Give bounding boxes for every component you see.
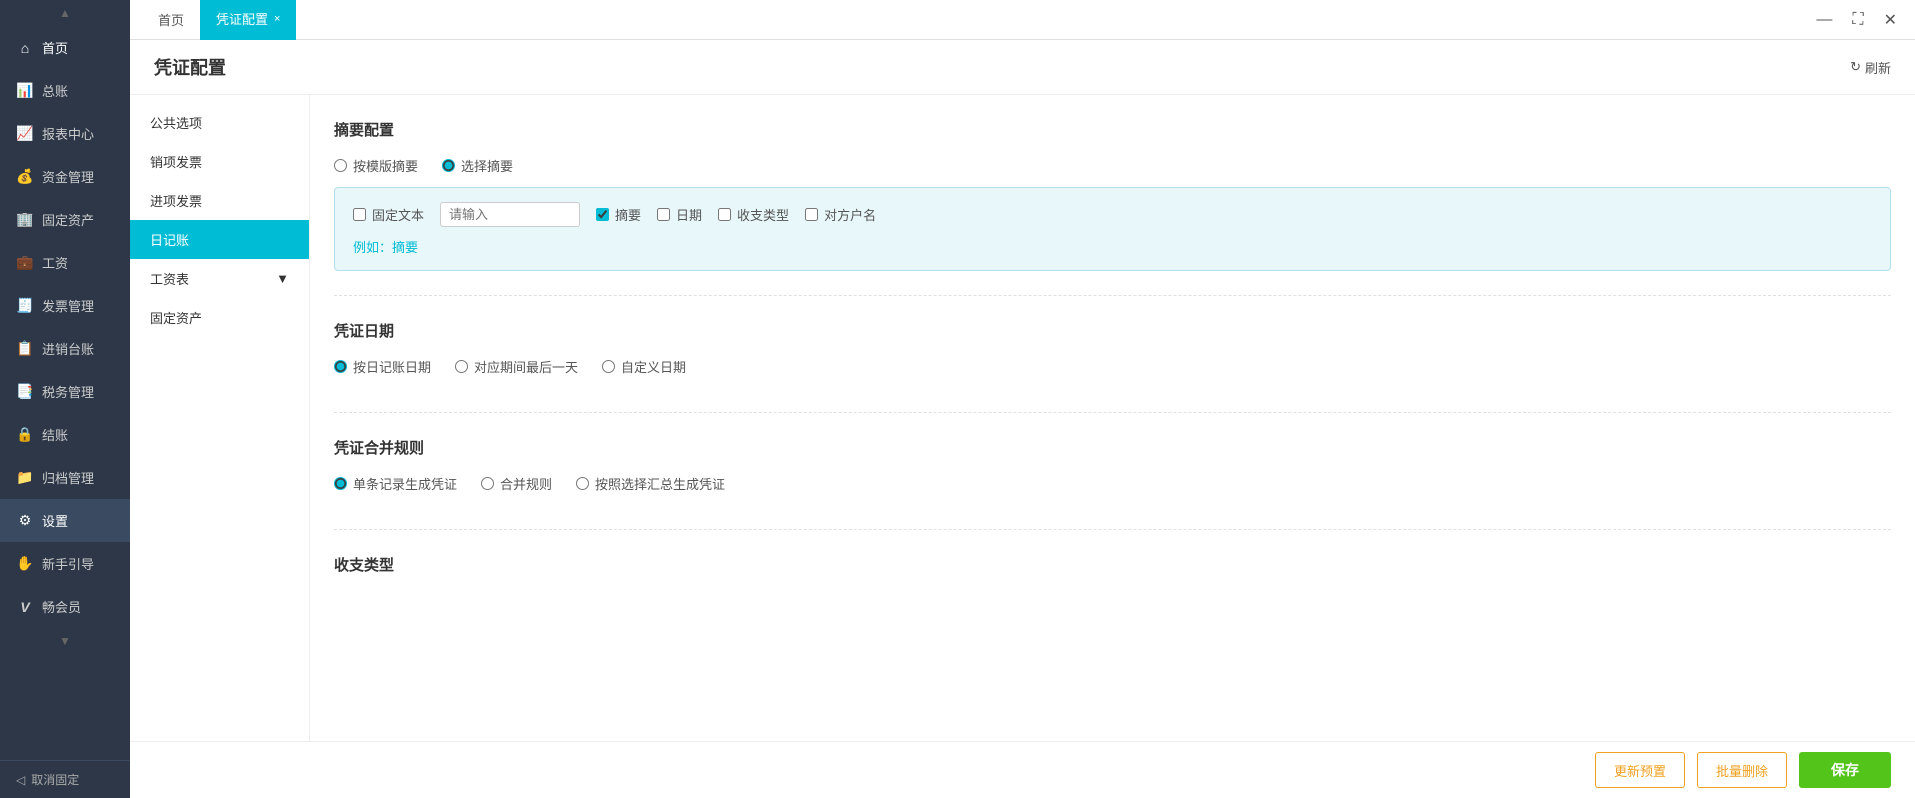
settings-icon: ⚙ — [16, 512, 34, 529]
inner-layout: 公共选项 销项发票 进项发票 日记账 工资表 ▼ 固定资产 — [130, 95, 1915, 741]
page-header: 凭证配置 ↻ 刷新 — [130, 40, 1915, 95]
left-nav-common[interactable]: 公共选项 — [130, 103, 309, 142]
merge-radio-single[interactable]: 单条记录生成凭证 — [334, 474, 457, 493]
summary-example: 例如：摘要 — [353, 237, 1872, 256]
sidebar-item-ledger[interactable]: 📊 总账 — [0, 69, 130, 112]
close-accounts-icon: 🔒 — [16, 426, 34, 443]
summary-title: 摘要配置 — [334, 119, 1891, 140]
summary-options-row: 固定文本 摘要 日期 — [353, 202, 1872, 227]
date-radio-diary[interactable]: 按日记账日期 — [334, 357, 431, 376]
date-title: 凭证日期 — [334, 320, 1891, 341]
refresh-icon: ↻ — [1850, 59, 1861, 75]
ledger-icon: 📊 — [16, 82, 34, 99]
date-radio-row: 按日记账日期 对应期间最后一天 自定义日期 — [334, 357, 1891, 376]
purchase-sales-icon: 📋 — [16, 340, 34, 357]
home-icon: ⌂ — [16, 40, 34, 56]
fixed-text-input[interactable] — [440, 202, 580, 227]
tab-home[interactable]: 首页 — [142, 0, 200, 40]
checkbox-date[interactable]: 日期 — [657, 205, 702, 224]
left-nav-purchase-invoice[interactable]: 进项发票 — [130, 181, 309, 220]
invoice-mgmt-icon: 🧾 — [16, 297, 34, 314]
tab-close-icon[interactable]: × — [274, 13, 280, 25]
funds-icon: 💰 — [16, 168, 34, 185]
sidebar-item-purchase-sales[interactable]: 📋 进销台账 — [0, 327, 130, 370]
checkbox-counterpart[interactable]: 对方户名 — [805, 205, 876, 224]
main-area: 首页 凭证配置 × — ⛶ ✕ 凭证配置 ↻ 刷新 公共选项 — [130, 0, 1915, 798]
window-controls: — ⛶ ✕ — [1810, 8, 1903, 32]
checkbox-income-type[interactable]: 收支类型 — [718, 205, 789, 224]
minimize-button[interactable]: — — [1810, 8, 1838, 32]
summary-radio-template[interactable]: 按模版摘要 — [334, 156, 418, 175]
batch-delete-button[interactable]: 批量删除 — [1697, 752, 1787, 788]
date-section: 凭证日期 按日记账日期 对应期间最后一天 自定义日期 — [334, 320, 1891, 413]
sidebar-item-assets[interactable]: 🏢 固定资产 — [0, 198, 130, 241]
refresh-button[interactable]: ↻ 刷新 — [1850, 58, 1891, 77]
sidebar-item-invoice-mgmt[interactable]: 🧾 发票管理 — [0, 284, 130, 327]
checkbox-fixed-text[interactable]: 固定文本 — [353, 205, 424, 224]
sidebar-item-funds[interactable]: 💰 资金管理 — [0, 155, 130, 198]
summary-radio-row: 按模版摘要 选择摘要 — [334, 156, 1891, 175]
archive-icon: 📁 — [16, 469, 34, 486]
tax-icon: 📑 — [16, 383, 34, 400]
summary-section: 摘要配置 按模版摘要 选择摘要 — [334, 119, 1891, 296]
sidebar-item-tax[interactable]: 📑 税务管理 — [0, 370, 130, 413]
sidebar-item-close[interactable]: 🔒 结账 — [0, 413, 130, 456]
payroll-icon: 💼 — [16, 254, 34, 271]
sidebar-item-vip[interactable]: V 畅会员 — [0, 585, 130, 628]
bottom-bar: 更新预置 批量删除 保存 — [130, 741, 1915, 798]
merge-radio-row: 单条记录生成凭证 合并规则 按照选择汇总生成凭证 — [334, 474, 1891, 493]
sidebar-item-archive[interactable]: 📁 归档管理 — [0, 456, 130, 499]
assets-icon: 🏢 — [16, 211, 34, 228]
content-wrapper: 凭证配置 ↻ 刷新 公共选项 销项发票 进项发票 日记账 — [130, 40, 1915, 798]
left-nav: 公共选项 销项发票 进项发票 日记账 工资表 ▼ 固定资产 — [130, 95, 310, 741]
save-button[interactable]: 保存 — [1799, 752, 1891, 788]
sidebar-item-settings[interactable]: ⚙ 设置 — [0, 499, 130, 542]
report-icon: 📈 — [16, 125, 34, 142]
left-nav-diary[interactable]: 日记账 — [130, 220, 309, 259]
left-nav-sales-invoice[interactable]: 销项发票 — [130, 142, 309, 181]
vip-icon: V — [16, 599, 34, 615]
tab-bar: 首页 凭证配置 × — ⛶ ✕ — [130, 0, 1915, 40]
income-title: 收支类型 — [334, 554, 1891, 575]
tab-voucher-config[interactable]: 凭证配置 × — [200, 0, 296, 40]
merge-radio-rule[interactable]: 合并规则 — [481, 474, 552, 493]
page-title: 凭证配置 — [154, 54, 226, 80]
merge-section: 凭证合并规则 单条记录生成凭证 合并规则 按照选择汇总生成凭证 — [334, 437, 1891, 530]
right-content: 摘要配置 按模版摘要 选择摘要 — [310, 95, 1915, 741]
guide-icon: ✋ — [16, 555, 34, 572]
sidebar-item-home[interactable]: ⌂ 首页 — [0, 26, 130, 69]
update-preview-button[interactable]: 更新预置 — [1595, 752, 1685, 788]
sidebar-item-report[interactable]: 📈 报表中心 — [0, 112, 130, 155]
sidebar: ▲ ⌂ 首页 📊 总账 📈 报表中心 💰 资金管理 🏢 固定资产 💼 工资 🧾 … — [0, 0, 130, 798]
left-nav-payroll-table[interactable]: 工资表 ▼ — [130, 259, 309, 298]
sidebar-scroll-down[interactable]: ▼ — [0, 628, 130, 654]
sidebar-scroll-up[interactable]: ▲ — [0, 0, 130, 26]
sidebar-item-payroll[interactable]: 💼 工资 — [0, 241, 130, 284]
window-close-button[interactable]: ✕ — [1878, 8, 1903, 32]
income-section: 收支类型 — [334, 554, 1891, 615]
maximize-button[interactable]: ⛶ — [1846, 8, 1869, 32]
chevron-right-icon: ▼ — [276, 271, 289, 286]
sidebar-item-guide[interactable]: ✋ 新手引导 — [0, 542, 130, 585]
date-radio-custom[interactable]: 自定义日期 — [602, 357, 686, 376]
merge-title: 凭证合并规则 — [334, 437, 1891, 458]
left-nav-fixed-assets[interactable]: 固定资产 — [130, 298, 309, 337]
checkbox-summary[interactable]: 摘要 — [596, 205, 641, 224]
unpin-button[interactable]: ◁ 取消固定 — [0, 760, 130, 798]
merge-radio-total[interactable]: 按照选择汇总生成凭证 — [576, 474, 725, 493]
pin-icon: ◁ — [16, 773, 25, 787]
date-radio-last-day[interactable]: 对应期间最后一天 — [455, 357, 578, 376]
summary-config-box: 固定文本 摘要 日期 — [334, 187, 1891, 271]
summary-radio-select[interactable]: 选择摘要 — [442, 156, 513, 175]
